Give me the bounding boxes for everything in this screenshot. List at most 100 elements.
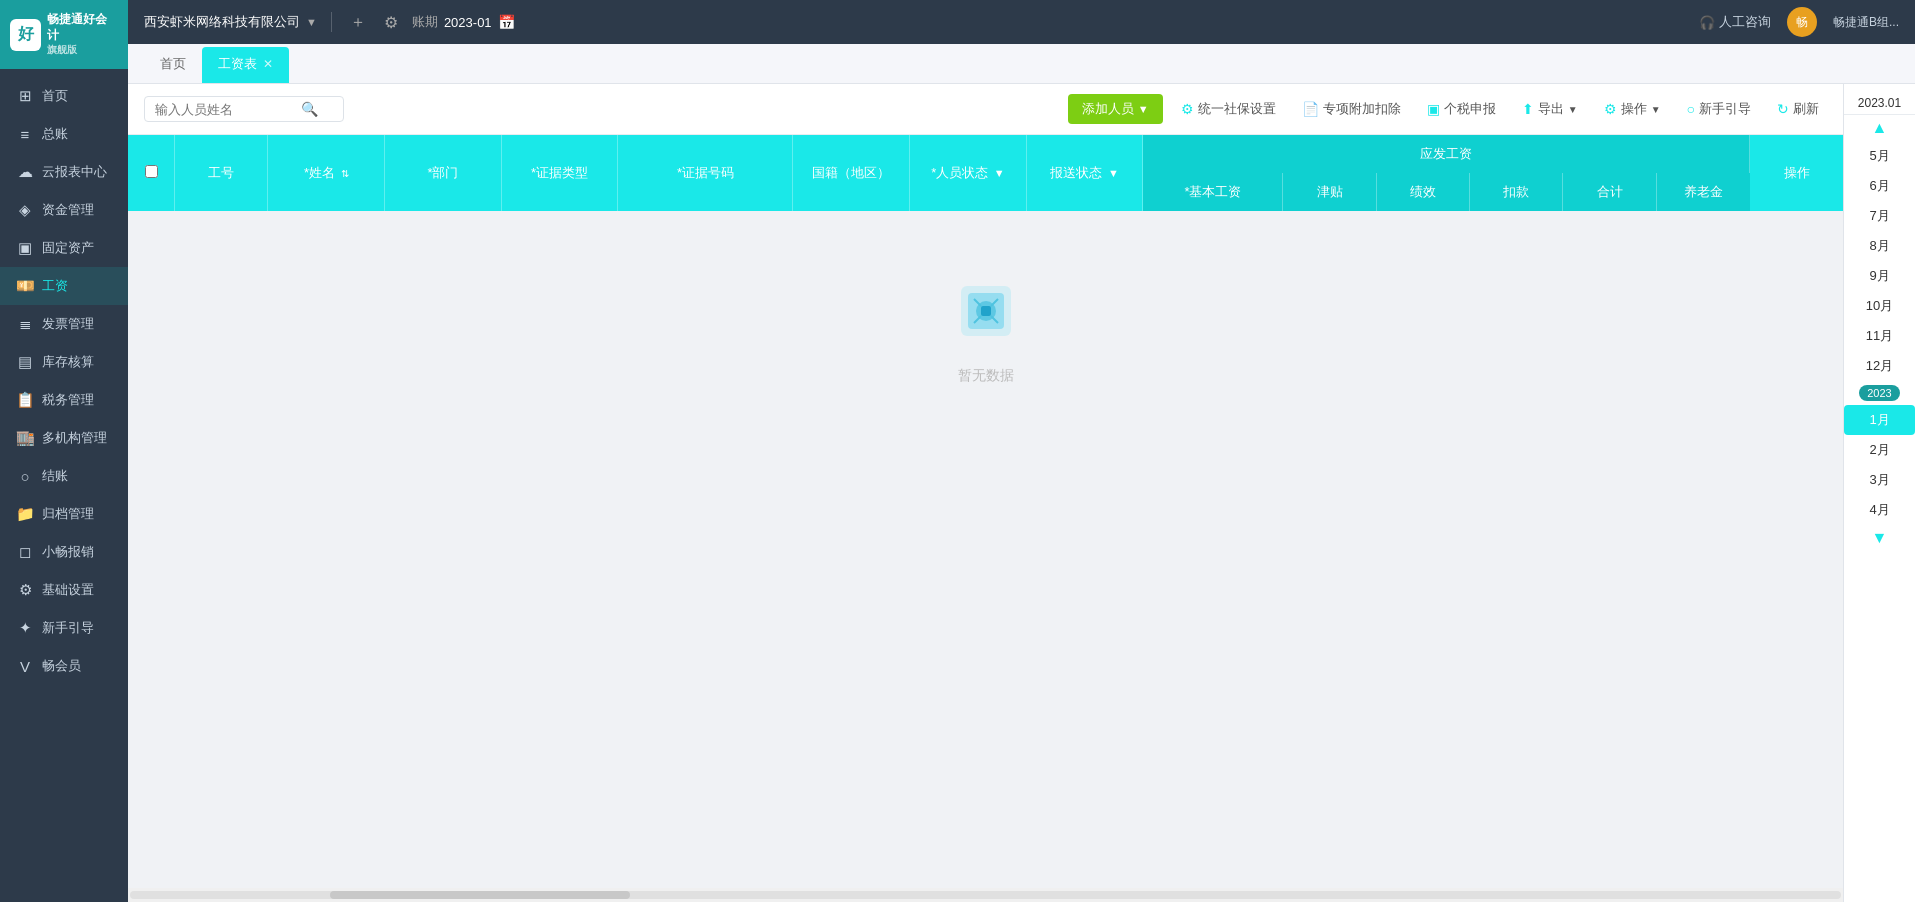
human-service-btn[interactable]: 🎧 人工咨询 [1699,13,1771,31]
sidebar-nav: ⊞ 首页 ≡ 总账 ☁ 云报表中心 ◈ 资金管理 ▣ 固定资产 💴 工资 ≣ 发… [0,69,128,902]
sidebar-item-cloud-report[interactable]: ☁ 云报表中心 [0,153,128,191]
ledger-icon: ≡ [16,126,34,143]
sidebar-item-settings[interactable]: ⚙ 基础设置 [0,571,128,609]
th-deduct: 扣款 [1470,173,1563,211]
date-month-2022-12[interactable]: 12月 [1844,351,1915,381]
date-month-2022-09[interactable]: 9月 [1844,261,1915,291]
multi-org-icon: 🏬 [16,429,34,447]
salary-table: 工号 *姓名 ⇅ *部门 *证据类型 *证据号码 国籍（地区） *人员状态 [128,135,1843,211]
tax-report-icon: ▣ [1427,101,1440,117]
th-total: 合计 [1563,173,1656,211]
sidebar-item-inventory[interactable]: ▤ 库存核算 [0,343,128,381]
date-month-2022-08[interactable]: 8月 [1844,231,1915,261]
special-deduct-btn[interactable]: 📄 专项附加扣除 [1294,96,1409,122]
close-accounts-icon: ○ [16,468,34,485]
sidebar-item-guide[interactable]: ✦ 新手引导 [0,609,128,647]
table-wrap: 工号 *姓名 ⇅ *部门 *证据类型 *证据号码 国籍（地区） *人员状态 [128,135,1843,888]
export-btn[interactable]: ⬆ 导出 ▼ [1514,96,1586,122]
th-pension: 养老金 [1656,173,1749,211]
sidebar-item-tax[interactable]: 📋 税务管理 [0,381,128,419]
toolbar-right: 添加人员 ▼ ⚙ 统一社保设置 📄 专项附加扣除 ▣ 个税申报 [1068,94,1827,124]
th-status[interactable]: *人员状态 ▼ [910,135,1027,211]
social-settings-icon: ⚙ [1181,101,1194,117]
tab-home[interactable]: 首页 [144,47,202,83]
th-checkbox[interactable] [128,135,175,211]
add-person-button[interactable]: 添加人员 ▼ [1068,94,1163,124]
status-filter-icon: ▼ [994,167,1005,179]
special-deduct-icon: 📄 [1302,101,1319,117]
date-month-2023-04[interactable]: 4月 [1844,495,1915,525]
main-content: 西安虾米网络科技有限公司 ▼ ＋ ⚙ 账期 2023-01 📅 🎧 人工咨询 畅… [128,0,1915,902]
guide-btn[interactable]: ○ 新手引导 [1679,96,1759,122]
sidebar-item-fund[interactable]: ◈ 资金管理 [0,191,128,229]
sidebar-item-home[interactable]: ⊞ 首页 [0,77,128,115]
scrollbar-thumb[interactable] [330,891,630,899]
empty-state: 暂无数据 [128,211,1843,445]
search-icon: 🔍 [301,101,318,117]
date-panel-down[interactable]: ▼ [1868,525,1892,551]
sidebar-item-fixed-assets[interactable]: ▣ 固定资产 [0,229,128,267]
sidebar-item-salary[interactable]: 💴 工资 [0,267,128,305]
refresh-btn[interactable]: ↻ 刷新 [1769,96,1827,122]
current-year-badge: 2023 [1859,385,1899,401]
user-avatar[interactable]: 畅 [1787,7,1817,37]
tab-salary-table[interactable]: 工资表 ✕ [202,47,289,83]
sidebar-item-multi-org[interactable]: 🏬 多机构管理 [0,419,128,457]
bottom-scrollbar[interactable] [128,888,1843,902]
operations-icon: ⚙ [1604,101,1617,117]
search-wrap[interactable]: 🔍 [144,96,344,122]
search-input[interactable] [155,102,295,117]
sidebar-item-invoice[interactable]: ≣ 发票管理 [0,305,128,343]
toolbar: 🔍 添加人员 ▼ ⚙ 统一社保设置 📄 专项附加扣除 [128,84,1843,135]
user-name: 畅捷通B组... [1833,14,1899,31]
th-report-status[interactable]: 报送状态 ▼ [1026,135,1143,211]
home-icon: ⊞ [16,87,34,105]
logo-icon: 好 [10,19,41,51]
settings-icon: ⚙ [16,581,34,599]
th-action: 操作 [1750,135,1843,211]
tax-report-btn[interactable]: ▣ 个税申报 [1419,96,1504,122]
th-salary-group: 应发工资 [1143,135,1750,173]
sidebar-item-member[interactable]: V 畅会员 [0,647,128,685]
operations-dropdown-icon: ▼ [1651,104,1661,115]
member-icon: V [16,658,34,675]
add-company-btn[interactable]: ＋ [346,8,370,37]
th-name[interactable]: *姓名 ⇅ [268,135,385,211]
date-month-2022-10[interactable]: 10月 [1844,291,1915,321]
topbar-period: 账期 2023-01 📅 [412,13,515,31]
date-month-2023-03[interactable]: 3月 [1844,465,1915,495]
operations-btn[interactable]: ⚙ 操作 ▼ [1596,96,1669,122]
th-subsidy: 津贴 [1283,173,1376,211]
sidebar-item-expense[interactable]: ◻ 小畅报销 [0,533,128,571]
tax-icon: 📋 [16,391,34,409]
refresh-icon: ↻ [1777,101,1789,117]
select-all-checkbox[interactable] [145,165,158,178]
date-panel-up[interactable]: ▲ [1868,115,1892,141]
sidebar-item-ledger[interactable]: ≡ 总账 [0,115,128,153]
sidebar: 好 畅捷通好会计 旗舰版 ⊞ 首页 ≡ 总账 ☁ 云报表中心 ◈ 资金管理 ▣ … [0,0,128,902]
tab-close-icon[interactable]: ✕ [263,57,273,71]
content-with-panel: 🔍 添加人员 ▼ ⚙ 统一社保设置 📄 专项附加扣除 [128,84,1915,902]
date-month-2023-02[interactable]: 2月 [1844,435,1915,465]
date-month-2022-06[interactable]: 6月 [1844,171,1915,201]
guide-icon: ✦ [16,619,34,637]
date-month-2023-01[interactable]: 1月 [1844,405,1915,435]
social-settings-btn[interactable]: ⚙ 统一社保设置 [1173,96,1284,122]
topbar: 西安虾米网络科技有限公司 ▼ ＋ ⚙ 账期 2023-01 📅 🎧 人工咨询 畅… [128,0,1915,44]
th-cert-type: *证据类型 [501,135,618,211]
company-settings-icon[interactable]: ⚙ [380,9,402,36]
content-main: 🔍 添加人员 ▼ ⚙ 统一社保设置 📄 专项附加扣除 [128,84,1843,902]
empty-icon [946,271,1026,351]
date-month-2022-05[interactable]: 5月 [1844,141,1915,171]
fixed-assets-icon: ▣ [16,239,34,257]
date-month-2022-11[interactable]: 11月 [1844,321,1915,351]
th-nation: 国籍（地区） [793,135,910,211]
calendar-icon[interactable]: 📅 [498,14,515,30]
sidebar-item-close-accounts[interactable]: ○ 结账 [0,457,128,495]
export-dropdown-icon: ▼ [1568,104,1578,115]
empty-text: 暂无数据 [958,367,1014,385]
date-month-2022-07[interactable]: 7月 [1844,201,1915,231]
sidebar-item-archive[interactable]: 📁 归档管理 [0,495,128,533]
date-panel: 2023.01 ▲ 5月 6月 7月 8月 9月 10月 11月 12月 202… [1843,84,1915,902]
company-selector[interactable]: 西安虾米网络科技有限公司 ▼ [144,13,317,31]
